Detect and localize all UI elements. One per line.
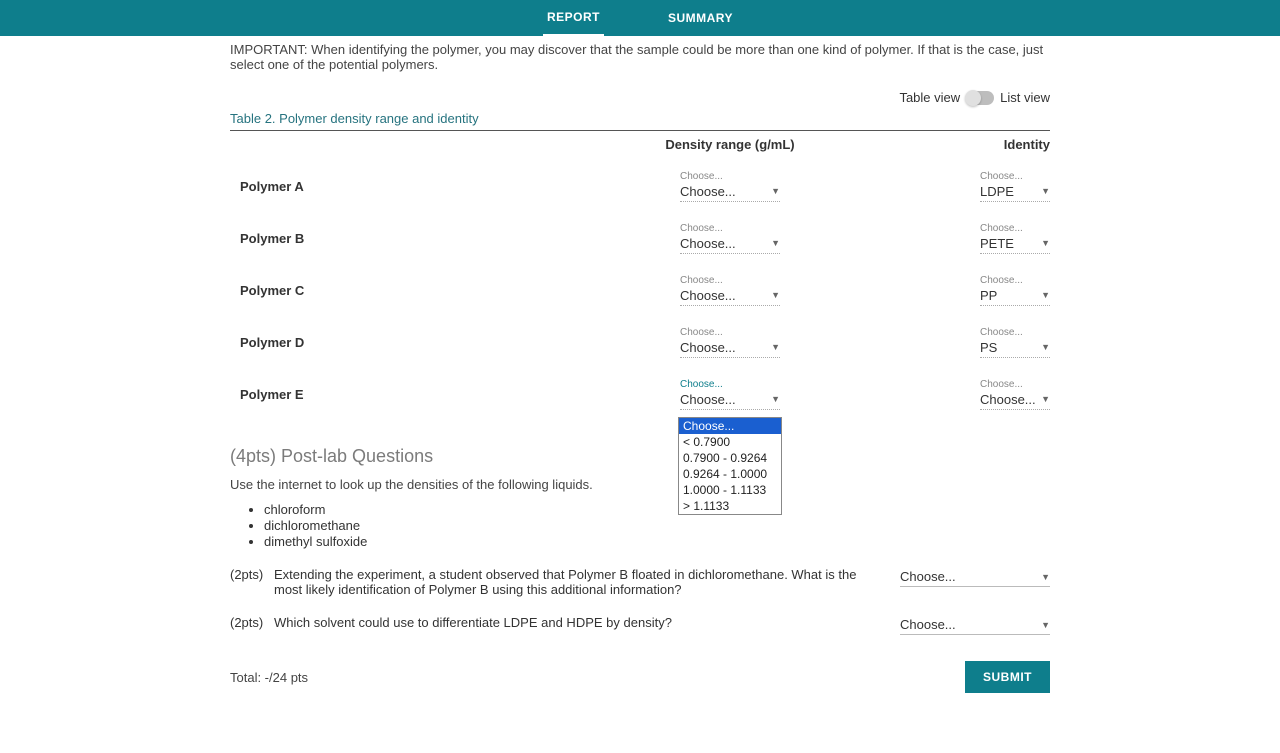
table-row: Polymer A Choose... Choose... ▼ Choose...… [230,160,1050,212]
postlab-heading: (4pts) Post-lab Questions [230,446,1050,467]
caret-down-icon: ▼ [771,394,780,404]
tab-summary[interactable]: SUMMARY [664,1,737,35]
select-value: Choose... [680,392,736,407]
select-label: Choose... [980,223,1050,234]
caption-rule [230,130,1050,131]
select-label: Choose... [680,327,780,338]
density-select-c[interactable]: Choose... Choose... ▼ [680,275,780,306]
col-identity: Identity [910,137,1050,152]
list-item: dimethyl sulfoxide [264,534,1050,549]
dropdown-option[interactable]: Choose... [679,418,781,434]
submit-button[interactable]: SUBMIT [965,661,1050,693]
density-select-b[interactable]: Choose... Choose... ▼ [680,223,780,254]
view-toggle-row: Table view List view [230,90,1050,105]
select-value: Choose... [680,288,736,303]
caret-down-icon: ▼ [771,238,780,248]
caret-down-icon: ▼ [771,290,780,300]
table-caption: Table 2. Polymer density range and ident… [230,111,1050,130]
toggle-knob [965,90,981,106]
table-row: Polymer C Choose... Choose... ▼ Choose...… [230,264,1050,316]
liquid-list: chloroform dichloromethane dimethyl sulf… [264,502,1050,549]
select-value: Choose... [680,340,736,355]
polymer-name: Polymer B [230,231,550,246]
caret-down-icon: ▼ [1041,572,1050,582]
identity-select-d[interactable]: Choose... PS ▼ [980,327,1050,358]
polymer-name: Polymer A [230,179,550,194]
table-row: Polymer B Choose... Choose... ▼ Choose...… [230,212,1050,264]
footer-row: Total: -/24 pts SUBMIT [230,661,1050,693]
density-select-d[interactable]: Choose... Choose... ▼ [680,327,780,358]
question-points: (2pts) [230,567,274,582]
view-toggle[interactable] [966,91,994,105]
dropdown-option[interactable]: 1.0000 - 1.1133 [679,482,781,498]
table-row: Polymer E Choose... Choose... ▼ Choose...… [230,368,1050,420]
select-label: Choose... [680,171,780,182]
table-view-label: Table view [899,90,960,105]
dropdown-option[interactable]: > 1.1133 [679,498,781,514]
caret-down-icon: ▼ [1041,186,1050,196]
question-row: (2pts) Extending the experiment, a stude… [230,567,1050,597]
select-value: PP [980,288,997,303]
polymer-name: Polymer E [230,387,550,402]
caret-down-icon: ▼ [1041,620,1050,630]
density-dropdown: Choose... < 0.7900 0.7900 - 0.9264 0.926… [678,417,782,515]
select-value: Choose... [900,617,956,632]
question-text: Extending the experiment, a student obse… [274,567,900,597]
identity-select-e[interactable]: Choose... Choose... ▼ [980,379,1050,410]
select-value: Choose... [900,569,956,584]
list-view-label: List view [1000,90,1050,105]
list-item: chloroform [264,502,1050,517]
caret-down-icon: ▼ [1041,238,1050,248]
polymer-name: Polymer D [230,335,550,350]
identity-select-a[interactable]: Choose... LDPE ▼ [980,171,1050,202]
question-text: Which solvent could use to differentiate… [274,615,900,630]
select-value: PS [980,340,997,355]
question-row: (2pts) Which solvent could use to differ… [230,615,1050,635]
caret-down-icon: ▼ [771,342,780,352]
select-value: Choose... [680,184,736,199]
select-value: Choose... [680,236,736,251]
question-points: (2pts) [230,615,274,630]
density-select-e[interactable]: Choose... Choose... ▼ [680,379,780,410]
select-value: Choose... [980,392,1036,407]
important-note: IMPORTANT: When identifying the polymer,… [230,42,1050,72]
postlab-intro: Use the internet to look up the densitie… [230,477,1050,492]
identity-select-b[interactable]: Choose... PETE ▼ [980,223,1050,254]
caret-down-icon: ▼ [1041,394,1050,404]
polymer-name: Polymer C [230,283,550,298]
caret-down-icon: ▼ [1041,290,1050,300]
total-points: Total: -/24 pts [230,670,308,685]
select-label: Choose... [680,379,780,390]
q2-answer-select[interactable]: Choose... ▼ [900,615,1050,635]
top-nav: REPORT SUMMARY [0,0,1280,36]
select-label: Choose... [980,327,1050,338]
col-density: Density range (g/mL) [550,137,910,152]
select-value: LDPE [980,184,1014,199]
dropdown-option[interactable]: 0.7900 - 0.9264 [679,450,781,466]
caret-down-icon: ▼ [771,186,780,196]
select-value: PETE [980,236,1014,251]
table-row: Polymer D Choose... Choose... ▼ Choose...… [230,316,1050,368]
select-label: Choose... [680,223,780,234]
select-label: Choose... [980,171,1050,182]
list-item: dichloromethane [264,518,1050,533]
select-label: Choose... [980,275,1050,286]
caret-down-icon: ▼ [1041,342,1050,352]
table-header-row: Density range (g/mL) Identity [230,137,1050,152]
density-select-a[interactable]: Choose... Choose... ▼ [680,171,780,202]
dropdown-option[interactable]: 0.9264 - 1.0000 [679,466,781,482]
identity-select-c[interactable]: Choose... PP ▼ [980,275,1050,306]
dropdown-option[interactable]: < 0.7900 [679,434,781,450]
tab-report[interactable]: REPORT [543,0,604,36]
select-label: Choose... [980,379,1050,390]
select-label: Choose... [680,275,780,286]
q1-answer-select[interactable]: Choose... ▼ [900,567,1050,587]
